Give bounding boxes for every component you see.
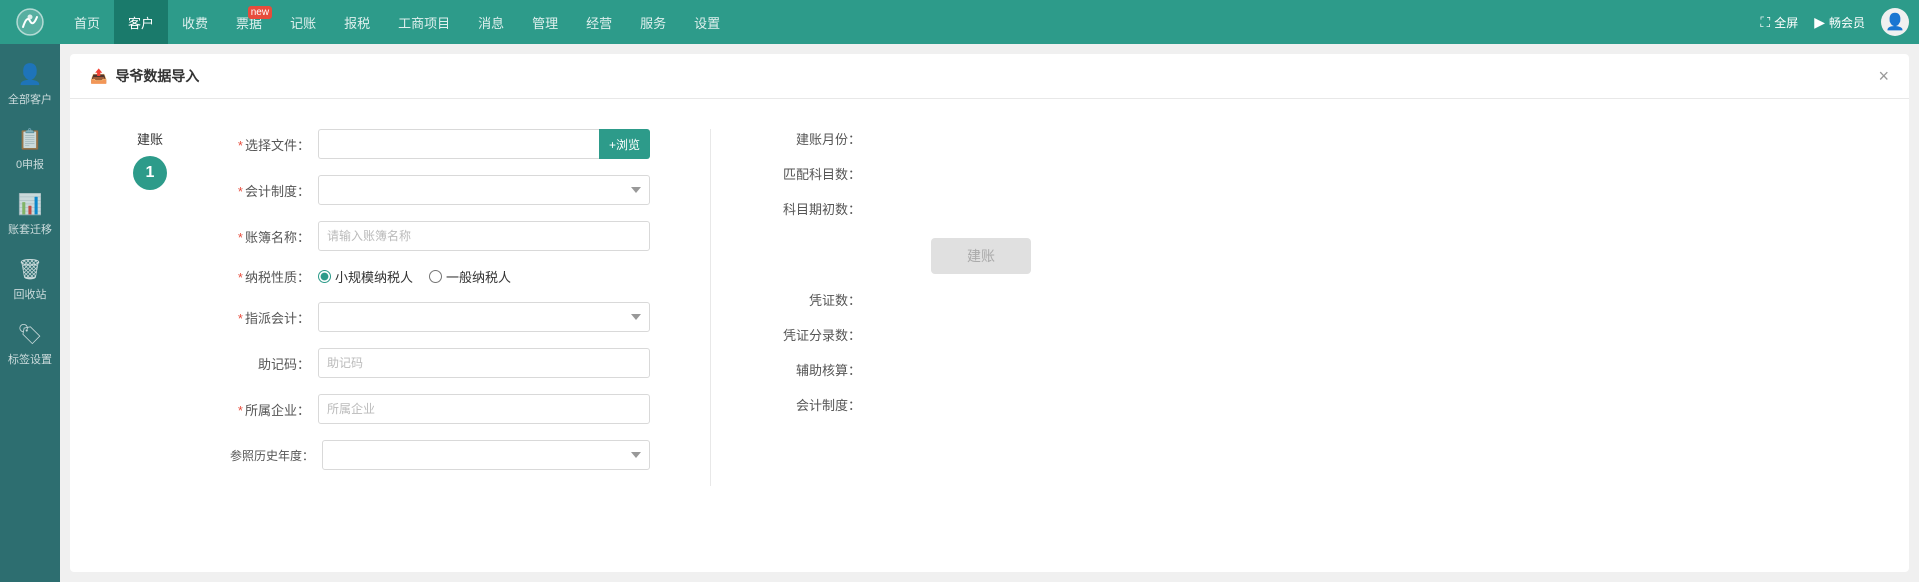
build-btn-wrap: 建账 bbox=[771, 238, 1191, 274]
form-divider bbox=[710, 129, 711, 486]
page-container: 📤 导爷数据导入 × 建账 1 *选择文件： +浏览 bbox=[70, 54, 1909, 572]
company-input[interactable] bbox=[318, 394, 650, 424]
nav-tax[interactable]: 报税 bbox=[330, 0, 384, 44]
sidebar-item-recycle[interactable]: 🗑 回收站 bbox=[0, 249, 60, 310]
radio-general-taxpayer[interactable]: 一般纳税人 bbox=[429, 267, 511, 286]
migration-icon: 📊 bbox=[18, 192, 43, 217]
customers-icon: 👤 bbox=[18, 62, 43, 87]
memo-code-label: 助记码： bbox=[230, 354, 310, 373]
book-name-label: *账簿名称： bbox=[230, 227, 310, 246]
right-accounting-system-label: 会计制度： bbox=[771, 395, 861, 414]
file-label: *选择文件： bbox=[230, 135, 310, 154]
step-section: 建账 1 bbox=[110, 129, 190, 486]
sidebar-item-tags[interactable]: 🏷 标签设置 bbox=[0, 314, 60, 375]
form-left: *选择文件： +浏览 *会计制度： bbox=[230, 129, 650, 486]
step-circle: 1 bbox=[133, 156, 167, 190]
accountant-label: *指派会计： bbox=[230, 308, 310, 327]
step-label: 建账 bbox=[137, 129, 163, 148]
voucher-entries-label: 凭证分录数： bbox=[771, 325, 861, 344]
accountant-select[interactable] bbox=[318, 302, 650, 332]
build-month-label: 建账月份： bbox=[771, 129, 861, 148]
history-year-label: 参照历史年度： bbox=[230, 447, 314, 464]
nav-home[interactable]: 首页 bbox=[60, 0, 114, 44]
page-title: 导爷数据导入 bbox=[115, 66, 199, 86]
sidebar-item-customers[interactable]: 👤 全部客户 bbox=[0, 54, 60, 115]
build-month-row: 建账月份： bbox=[771, 129, 1191, 148]
voucher-entries-row: 凭证分录数： bbox=[771, 325, 1191, 344]
nav-business[interactable]: 工商项目 bbox=[384, 0, 464, 44]
nav-operations[interactable]: 经营 bbox=[572, 0, 626, 44]
file-row: *选择文件： +浏览 bbox=[230, 129, 650, 159]
navbar-right: ⛶ 全屏 ▶ 畅会员 👤 bbox=[1760, 8, 1909, 36]
voucher-count-label: 凭证数： bbox=[771, 290, 861, 309]
member-btn[interactable]: ▶ 畅会员 bbox=[1814, 14, 1865, 31]
browse-button[interactable]: +浏览 bbox=[599, 129, 650, 159]
accountant-row: *指派会计： bbox=[230, 302, 650, 332]
page-header: 📤 导爷数据导入 × bbox=[70, 54, 1909, 99]
build-account-button[interactable]: 建账 bbox=[931, 238, 1031, 274]
nav-billing[interactable]: 收费 bbox=[168, 0, 222, 44]
book-name-row: *账簿名称： bbox=[230, 221, 650, 251]
nav-invoices[interactable]: 票据 new bbox=[222, 0, 276, 44]
opening-balance-label: 科目期初数： bbox=[771, 199, 861, 218]
auxiliary-row: 辅助核算： bbox=[771, 360, 1191, 379]
file-input-wrap: +浏览 bbox=[318, 129, 650, 159]
nav-settings[interactable]: 设置 bbox=[680, 0, 734, 44]
navbar: 首页 客户 收费 票据 new 记账 报税 工商项目 消息 管理 经营 服务 设… bbox=[0, 0, 1919, 44]
app-logo[interactable] bbox=[10, 2, 50, 42]
fullscreen-btn[interactable]: ⛶ 全屏 bbox=[1760, 14, 1798, 31]
accounting-system-select[interactable] bbox=[318, 175, 650, 205]
title-icon: 📤 bbox=[90, 68, 107, 85]
company-row: *所属企业： bbox=[230, 394, 650, 424]
form-area: 建账 1 *选择文件： +浏览 *会计 bbox=[70, 99, 1909, 516]
nav-bookkeeping[interactable]: 记账 bbox=[276, 0, 330, 44]
declaration-icon: 📋 bbox=[18, 127, 43, 152]
avatar[interactable]: 👤 bbox=[1881, 8, 1909, 36]
history-year-row: 参照历史年度： bbox=[230, 440, 650, 470]
file-input[interactable] bbox=[318, 129, 599, 159]
sidebar-item-migration[interactable]: 📊 账套迁移 bbox=[0, 184, 60, 245]
company-label: *所属企业： bbox=[230, 400, 310, 419]
main-content: 📤 导爷数据导入 × 建账 1 *选择文件： +浏览 bbox=[60, 44, 1919, 582]
tags-icon: 🏷 bbox=[17, 322, 42, 347]
match-subjects-label: 匹配科目数： bbox=[771, 164, 861, 183]
nav-manage[interactable]: 管理 bbox=[518, 0, 572, 44]
form-right: 建账月份： 匹配科目数： 科目期初数： 建账 凭证数： bbox=[771, 129, 1191, 486]
memo-code-row: 助记码： bbox=[230, 348, 650, 378]
radio-small-taxpayer[interactable]: 小规模纳税人 bbox=[318, 267, 413, 286]
accounting-system-row: *会计制度： bbox=[230, 175, 650, 205]
history-year-select[interactable] bbox=[322, 440, 650, 470]
nav-messages[interactable]: 消息 bbox=[464, 0, 518, 44]
new-badge: new bbox=[248, 6, 272, 19]
match-subjects-row: 匹配科目数： bbox=[771, 164, 1191, 183]
accounting-system-label: *会计制度： bbox=[230, 181, 310, 200]
close-button[interactable]: × bbox=[1878, 66, 1889, 87]
tax-type-row: *纳税性质： 小规模纳税人 一般纳税人 bbox=[230, 267, 650, 286]
tax-type-radio-group: 小规模纳税人 一般纳税人 bbox=[318, 267, 650, 286]
book-name-input[interactable] bbox=[318, 221, 650, 251]
sidebar: 👤 全部客户 📋 0申报 📊 账套迁移 🗑 回收站 🏷 标签设置 bbox=[0, 44, 60, 582]
right-accounting-system-row: 会计制度： bbox=[771, 395, 1191, 414]
nav-customers[interactable]: 客户 bbox=[114, 0, 168, 44]
opening-balance-row: 科目期初数： bbox=[771, 199, 1191, 218]
recycle-icon: 🗑 bbox=[17, 257, 42, 282]
tax-type-label: *纳税性质： bbox=[230, 267, 310, 286]
voucher-count-row: 凭证数： bbox=[771, 290, 1191, 309]
memo-code-input[interactable] bbox=[318, 348, 650, 378]
nav-services[interactable]: 服务 bbox=[626, 0, 680, 44]
auxiliary-label: 辅助核算： bbox=[771, 360, 861, 379]
sidebar-item-declaration[interactable]: 📋 0申报 bbox=[0, 119, 60, 180]
